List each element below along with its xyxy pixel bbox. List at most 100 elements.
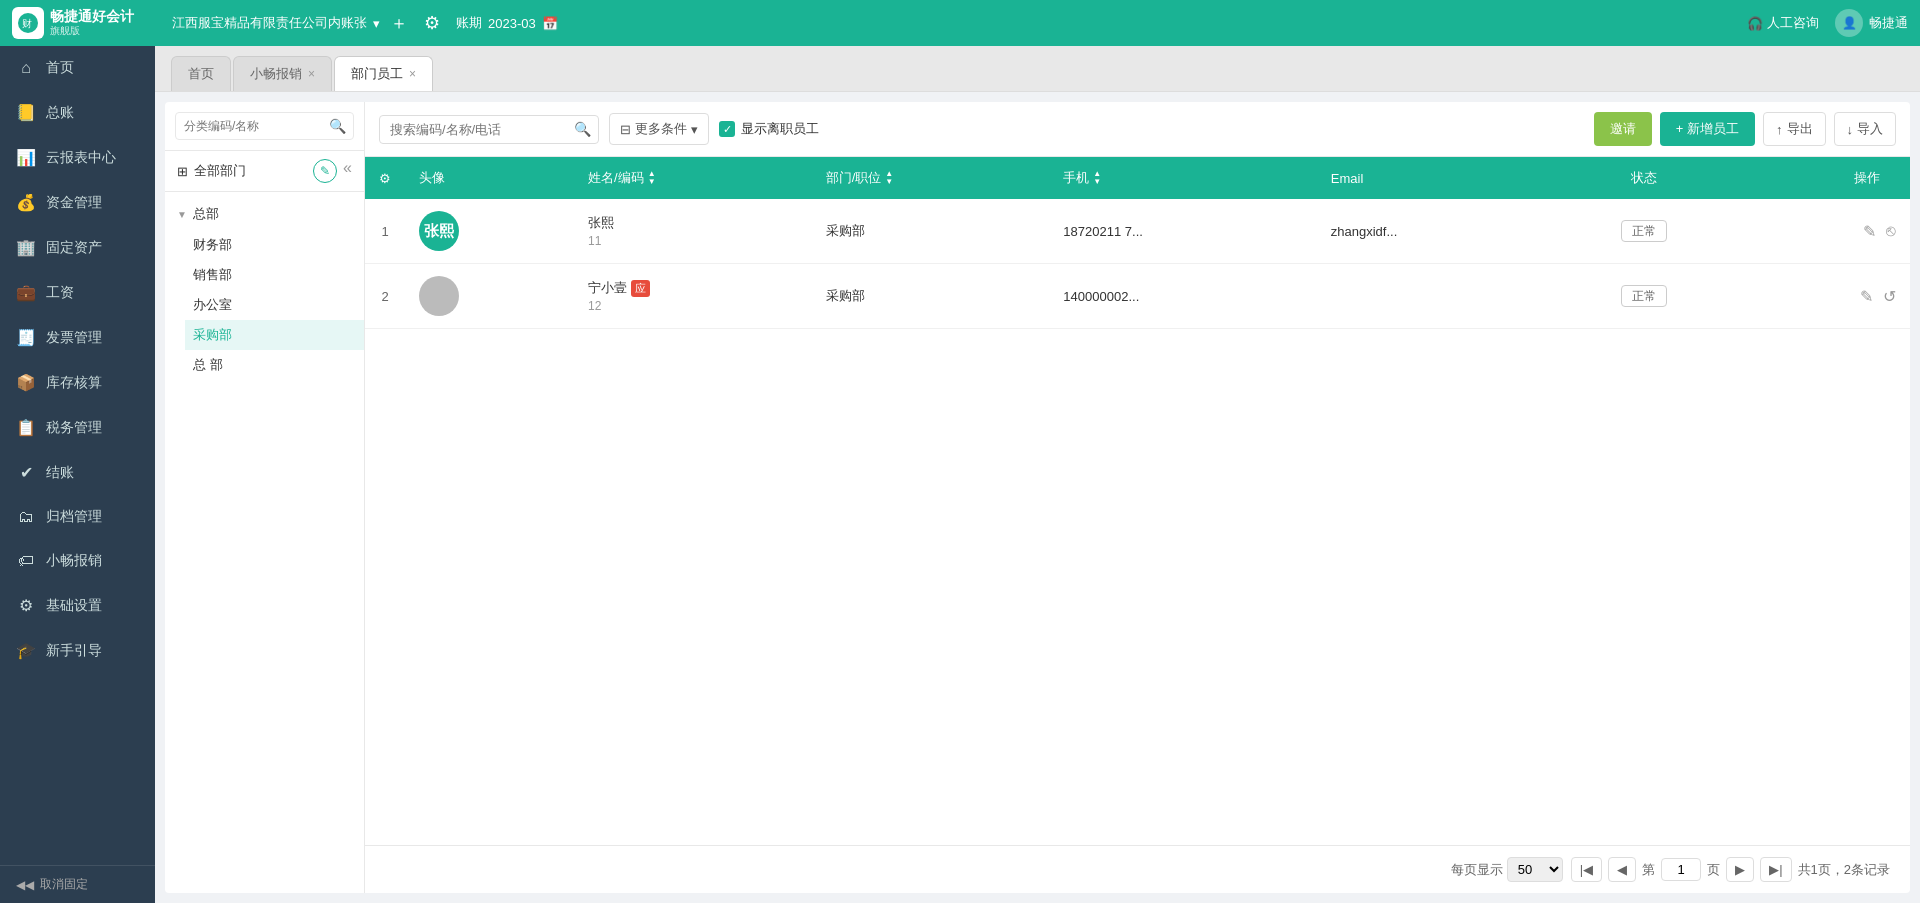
sidebar-item-funds[interactable]: 💰 资金管理 xyxy=(0,180,155,225)
row-name-cell: 张熙 11 xyxy=(574,199,812,264)
page-nav: |◀ ◀ 第 页 ▶ ▶| 共1页，2条记录 xyxy=(1571,857,1890,882)
sidebar-item-reports[interactable]: 📊 云报表中心 xyxy=(0,135,155,180)
dept-office-label: 办公室 xyxy=(193,296,232,314)
per-page-dropdown[interactable]: 50 100 200 xyxy=(1507,857,1563,882)
dept-tree-item-general[interactable]: 总 部 xyxy=(185,350,364,380)
prev-page-button[interactable]: ◀ xyxy=(1608,857,1636,882)
import-button[interactable]: ↓ 导入 xyxy=(1834,112,1897,146)
dept-search-input[interactable] xyxy=(175,112,354,140)
tab-dept-employee[interactable]: 部门员工 × xyxy=(334,56,433,91)
sidebar-item-settlement[interactable]: ✔ 结账 xyxy=(0,450,155,495)
th-actions: 操作 xyxy=(1736,157,1910,199)
first-page-button[interactable]: |◀ xyxy=(1571,857,1602,882)
sidebar-item-invoice[interactable]: 🧾 发票管理 xyxy=(0,315,155,360)
sidebar-item-tax[interactable]: 📋 税务管理 xyxy=(0,405,155,450)
export-button[interactable]: ↑ 导出 xyxy=(1763,112,1826,146)
dept-tree-item-office[interactable]: 办公室 xyxy=(185,290,364,320)
support-button[interactable]: 🎧 人工咨询 xyxy=(1747,14,1819,32)
th-dept[interactable]: 部门/职位 ▲▼ xyxy=(812,157,1050,199)
dept-employee-page: 🔍 ⊞ 全部部门 ✎ « ▼ xyxy=(165,102,1910,893)
total-info: 共1页，2条记录 xyxy=(1798,861,1890,879)
th-phone[interactable]: 手机 ▲▼ xyxy=(1049,157,1316,199)
add-company-button[interactable]: ＋ xyxy=(390,11,408,35)
employee-table-body: 1张熙张熙11采购部18720211 7...zhangxidf...正常✎⎋2… xyxy=(365,199,1910,329)
employee-name: 张熙 xyxy=(588,214,798,232)
sidebar-label-settings: 基础设置 xyxy=(46,597,102,615)
sidebar-item-inventory[interactable]: 📦 库存核算 xyxy=(0,360,155,405)
dept-header-icons: ✎ « xyxy=(313,159,352,183)
sidebar-label-reports: 云报表中心 xyxy=(46,149,116,167)
sidebar-label-tax: 税务管理 xyxy=(46,419,102,437)
invite-button[interactable]: 邀请 xyxy=(1594,112,1652,146)
row-status-cell: 正常 xyxy=(1552,199,1736,264)
edit-employee-icon[interactable]: ✎ xyxy=(1860,287,1873,306)
th-avatar: 头像 xyxy=(405,157,574,199)
dept-tree-children: 财务部 销售部 办公室 采购部 xyxy=(165,230,364,380)
next-page-button[interactable]: ▶ xyxy=(1726,857,1754,882)
sidebar-item-home[interactable]: ⌂ 首页 xyxy=(0,46,155,90)
edit-employee-icon[interactable]: ✎ xyxy=(1863,222,1876,241)
row-index: 1 xyxy=(365,199,405,264)
archive-icon: 🗂 xyxy=(16,508,36,526)
filter-icon: ⊟ xyxy=(620,122,631,137)
employee-avatar xyxy=(419,276,459,316)
show-resigned-checkbox[interactable]: ✓ 显示离职员工 xyxy=(719,120,819,138)
row-index: 2 xyxy=(365,264,405,329)
row-actions-cell: ✎⎋ xyxy=(1736,199,1910,264)
sidebar-item-archive[interactable]: 🗂 归档管理 xyxy=(0,495,155,539)
show-resigned-label: 显示离职员工 xyxy=(741,120,819,138)
tab-expense-close[interactable]: × xyxy=(308,67,315,81)
delete-employee-icon[interactable]: ↺ xyxy=(1883,287,1896,306)
checkbox-check-icon: ✓ xyxy=(719,121,735,137)
tab-home[interactable]: 首页 xyxy=(171,56,231,91)
sidebar-item-expense[interactable]: 🏷 小畅报销 xyxy=(0,539,155,583)
pin-icon: ◀◀ xyxy=(16,878,34,892)
last-page-button[interactable]: ▶| xyxy=(1760,857,1791,882)
app-edition: 旗舰版 xyxy=(50,24,134,38)
sidebar-item-guide[interactable]: 🎓 新手引导 xyxy=(0,628,155,673)
dept-grid-icon: ⊞ xyxy=(177,164,188,179)
company-selector[interactable]: 江西服宝精品有限责任公司内账张 ▾ xyxy=(172,14,380,32)
dept-tree-item-finance[interactable]: 财务部 xyxy=(185,230,364,260)
employee-search-input[interactable] xyxy=(379,115,599,144)
svg-text:财: 财 xyxy=(22,18,32,29)
th-name[interactable]: 姓名/编码 ▲▼ xyxy=(574,157,812,199)
top-settings-icon[interactable]: ⚙ xyxy=(424,12,440,34)
sidebar-label-inventory: 库存核算 xyxy=(46,374,102,392)
add-employee-button[interactable]: + 新增员工 xyxy=(1660,112,1755,146)
inventory-icon: 📦 xyxy=(16,373,36,392)
employee-code: 11 xyxy=(588,234,798,248)
status-badge: 正常 xyxy=(1621,285,1667,307)
sidebar-label-general-ledger: 总账 xyxy=(46,104,74,122)
sidebar-item-general-ledger[interactable]: 📒 总账 xyxy=(0,90,155,135)
tab-expense[interactable]: 小畅报销 × xyxy=(233,56,332,91)
sidebar-item-settings[interactable]: ⚙ 基础设置 xyxy=(0,583,155,628)
import-icon: ↓ xyxy=(1847,122,1854,137)
per-page-label: 每页显示 xyxy=(1451,861,1503,879)
row-status-cell: 正常 xyxy=(1552,264,1736,329)
tax-icon: 📋 xyxy=(16,418,36,437)
employee-name: 宁小壹应 xyxy=(588,279,798,297)
sidebar-item-salary[interactable]: 💼 工资 xyxy=(0,270,155,315)
cancel-pin-button[interactable]: ◀◀ 取消固定 xyxy=(0,865,155,903)
dept-tree-item-purchase[interactable]: 采购部 xyxy=(185,320,364,350)
settings-icon: ⚙ xyxy=(16,596,36,615)
calendar-icon[interactable]: 📅 xyxy=(542,16,558,31)
sidebar-item-fixed-assets[interactable]: 🏢 固定资产 xyxy=(0,225,155,270)
page-input[interactable] xyxy=(1661,858,1701,881)
dept-tree-item-sales[interactable]: 销售部 xyxy=(185,260,364,290)
row-dept-cell: 采购部 xyxy=(812,199,1050,264)
tab-dept-employee-close[interactable]: × xyxy=(409,67,416,81)
more-filter-button[interactable]: ⊟ 更多条件 ▾ xyxy=(609,113,709,145)
th-settings[interactable]: ⚙ xyxy=(365,157,405,199)
app-title: 畅捷通好会计 xyxy=(50,8,134,25)
table-row: 1张熙张熙11采购部18720211 7...zhangxidf...正常✎⎋ xyxy=(365,199,1910,264)
logout-employee-icon[interactable]: ⎋ xyxy=(1886,222,1896,240)
period-label: 账期 xyxy=(456,14,482,32)
all-depts-button[interactable]: ⊞ 全部部门 xyxy=(177,162,246,180)
period-value: 2023-03 xyxy=(488,16,536,31)
sidebar-label-invoice: 发票管理 xyxy=(46,329,102,347)
dept-add-icon[interactable]: ✎ xyxy=(313,159,337,183)
page-unit-label: 页 xyxy=(1707,861,1720,879)
dept-collapse-button[interactable]: « xyxy=(343,159,352,183)
